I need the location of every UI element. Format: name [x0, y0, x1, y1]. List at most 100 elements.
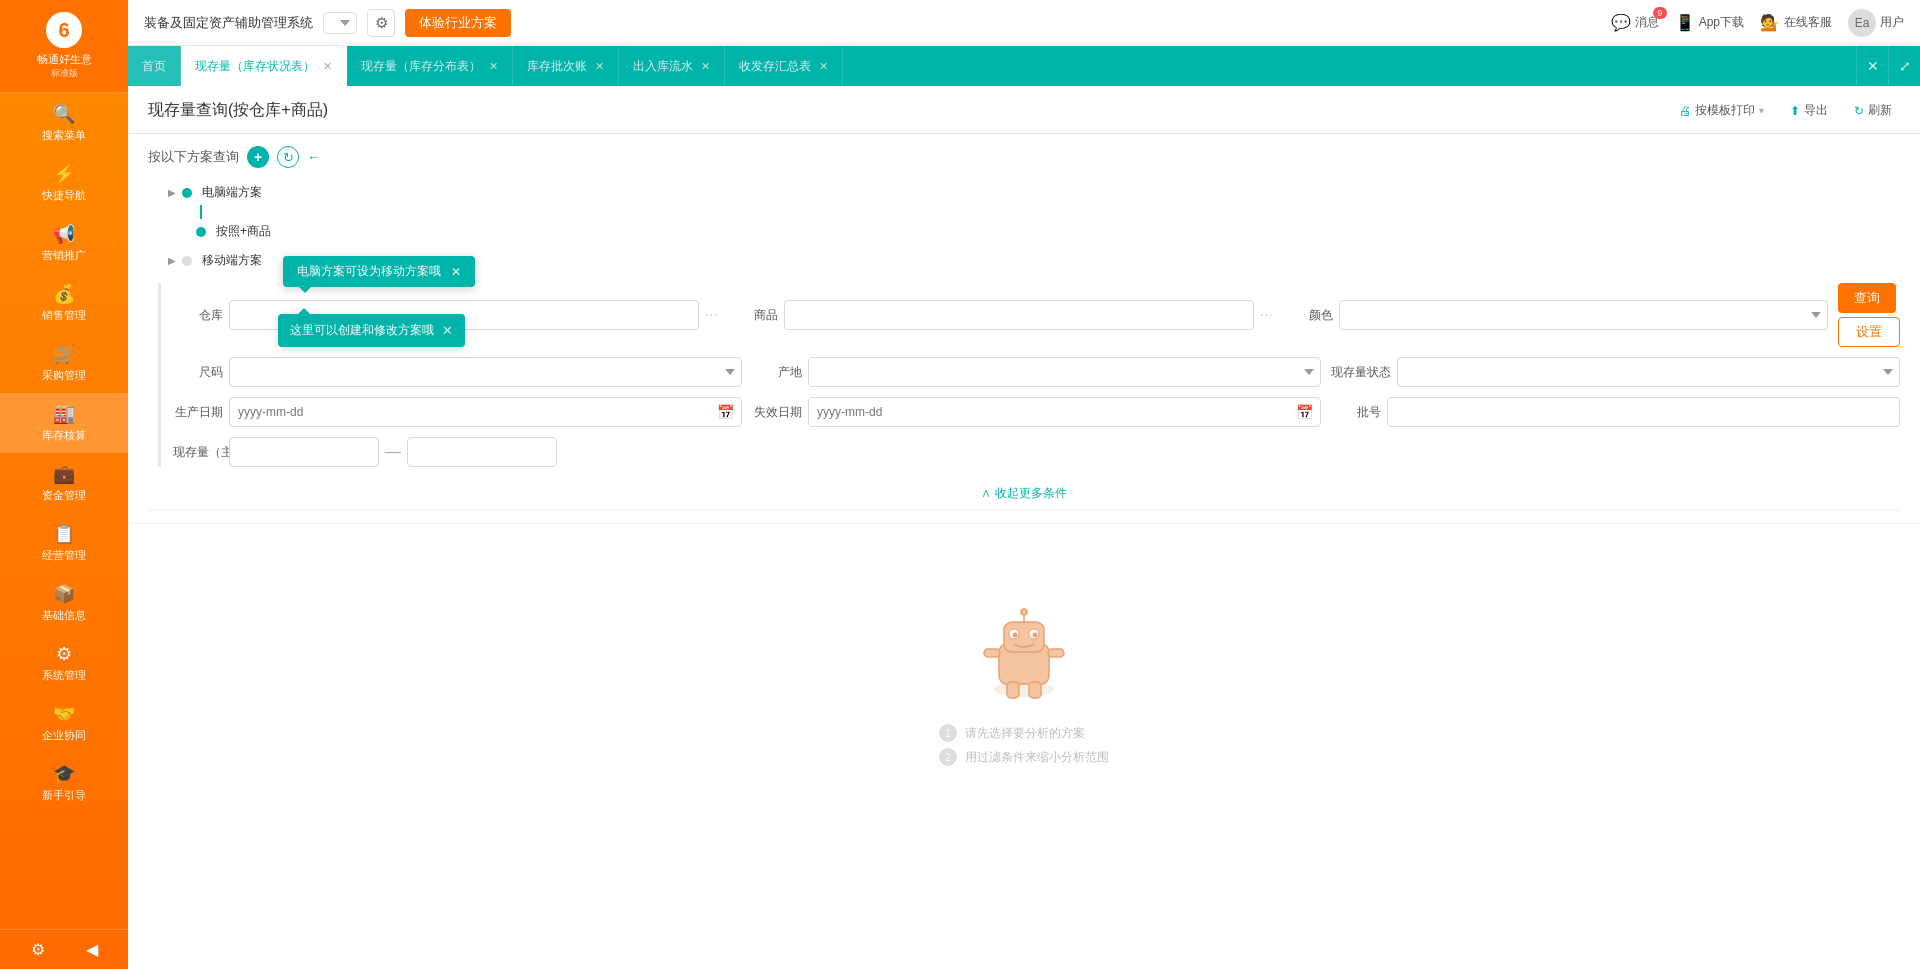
content-inner: 现存量查询(按仓库+商品) 🖨 按模板打印 ▾ ⬆ 导出 ↻ 刷新 — [128, 86, 1920, 969]
collapse-icon: ∧ — [981, 486, 991, 500]
sidebar-item-finance[interactable]: 💼 资金管理 — [0, 453, 128, 513]
marketing-icon: 📢 — [53, 223, 75, 245]
reset-button[interactable]: 设置 — [1838, 317, 1900, 347]
goods-field: 商品 ··· — [728, 300, 1273, 330]
sidebar-item-search-menu[interactable]: 🔍 搜索菜单 — [0, 93, 128, 153]
sidebar-item-basic-info[interactable]: 📦 基础信息 — [0, 573, 128, 633]
sales-icon: 💰 — [53, 283, 75, 305]
main-area: 装备及固定资产辅助管理系统 ⚙ 体验行业方案 💬 消息 9 📱 App下载 💁 … — [128, 0, 1920, 969]
print-btn[interactable]: 🖨 按模板打印 ▾ — [1671, 98, 1772, 123]
sidebar-item-operations[interactable]: 📋 经营管理 — [0, 513, 128, 573]
svg-rect-10 — [1048, 649, 1064, 657]
produce-date-label: 生产日期 — [173, 404, 223, 421]
produce-date-input[interactable] — [229, 397, 742, 427]
sidebar-item-label: 营销推广 — [42, 248, 86, 263]
system-select[interactable] — [323, 12, 357, 34]
collapse-bar[interactable]: ∧ 收起更多条件 — [148, 477, 1900, 511]
content-area: 现存量查询(按仓库+商品) 🖨 按模板打印 ▾ ⬆ 导出 ↻ 刷新 — [128, 86, 1920, 969]
tab-inventory-status-close[interactable]: ✕ — [323, 60, 332, 73]
stock-main-field: 现存量（主） — — [173, 437, 553, 467]
empty-steps: 1 请先选择要分析的方案 2 用过滤条件来缩小分析范围 — [939, 724, 1109, 772]
filter-add-btn[interactable]: + — [247, 146, 269, 168]
tab-flow[interactable]: 出入库流水 ✕ — [619, 46, 725, 86]
filter-btn-group: ↻ — [277, 146, 299, 168]
mobile-scheme-arrow: ▶ — [168, 255, 176, 266]
sidebar-item-newbie[interactable]: 🎓 新手引导 — [0, 753, 128, 813]
origin-select[interactable] — [808, 357, 1321, 387]
tab-batch-ledger-label: 库存批次账 — [527, 58, 587, 75]
export-btn[interactable]: ⬆ 导出 — [1782, 98, 1836, 123]
tab-batch-ledger[interactable]: 库存批次账 ✕ — [513, 46, 619, 86]
expire-date-calendar-icon[interactable]: 📅 — [1296, 404, 1313, 420]
refresh-btn[interactable]: ↻ 刷新 — [1846, 98, 1900, 123]
sidebar-settings-btn[interactable]: ⚙ — [31, 940, 45, 959]
scheme-popup-text: 电脑方案可设为移动方案哦 — [297, 263, 441, 280]
finance-icon: 💼 — [53, 463, 75, 485]
expire-date-input[interactable] — [808, 397, 1321, 427]
color-select[interactable] — [1339, 300, 1828, 330]
filter-arrow-btn[interactable]: ← — [307, 149, 321, 165]
topbar: 装备及固定资产辅助管理系统 ⚙ 体验行业方案 💬 消息 9 📱 App下载 💁 … — [128, 0, 1920, 46]
tab-inventory-dist[interactable]: 现存量（库存分布表） ✕ — [347, 46, 513, 86]
sidebar-item-marketing[interactable]: 📢 营销推广 — [0, 213, 128, 273]
svg-rect-12 — [1029, 682, 1041, 698]
produce-date-wrap: 📅 — [229, 397, 742, 427]
tab-summary-close[interactable]: ✕ — [819, 60, 828, 73]
tab-expand-btn[interactable]: ⤢ — [1888, 46, 1920, 86]
sidebar-item-label: 采购管理 — [42, 368, 86, 383]
scheme-tooltip-close[interactable]: ✕ — [442, 323, 453, 338]
sidebar-item-label: 搜索菜单 — [42, 128, 86, 143]
produce-date-calendar-icon[interactable]: 📅 — [717, 404, 734, 420]
sidebar-item-purchase[interactable]: 🛒 采购管理 — [0, 333, 128, 393]
sidebar-item-inventory[interactable]: 🏭 库存核算 — [0, 393, 128, 453]
svg-point-8 — [1021, 609, 1027, 615]
sidebar-item-label: 基础信息 — [42, 608, 86, 623]
user-menu[interactable]: Ea 用户 — [1848, 9, 1904, 37]
tab-summary[interactable]: 收发存汇总表 ✕ — [725, 46, 843, 86]
scheme-popup-close[interactable]: ✕ — [451, 265, 461, 279]
stock-status-field: 现存量状态 — [1331, 357, 1900, 387]
sidebar-item-sales[interactable]: 💰 销售管理 — [0, 273, 128, 333]
sidebar-item-label: 系统管理 — [42, 668, 86, 683]
tab-close-all-btn[interactable]: ✕ — [1856, 46, 1888, 86]
app-download-btn[interactable]: 📱 App下载 — [1675, 13, 1744, 32]
sidebar-item-quick-nav[interactable]: ⚡ 快捷导航 — [0, 153, 128, 213]
size-select[interactable] — [229, 357, 742, 387]
empty-step-1: 1 请先选择要分析的方案 — [939, 724, 1109, 742]
tab-flow-close[interactable]: ✕ — [701, 60, 710, 73]
online-service-btn[interactable]: 💁 在线客服 — [1760, 13, 1832, 32]
tab-home[interactable]: 首页 — [128, 46, 181, 86]
sidebar-item-system[interactable]: ⚙ 系统管理 — [0, 633, 128, 693]
origin-label: 产地 — [752, 364, 802, 381]
sidebar: 6 畅通好生意 标准版 🔍 搜索菜单 ⚡ 快捷导航 📢 营销推广 💰 销售管理 … — [0, 0, 128, 969]
tab-inventory-dist-close[interactable]: ✕ — [489, 60, 498, 73]
tab-inventory-status[interactable]: 现存量（库存状况表） ✕ — [181, 46, 347, 86]
trial-button[interactable]: 体验行业方案 — [405, 9, 511, 37]
tab-batch-ledger-close[interactable]: ✕ — [595, 60, 604, 73]
goods-dots[interactable]: ··· — [1260, 306, 1273, 324]
stock-status-select[interactable] — [1397, 357, 1900, 387]
stock-main-to-input[interactable] — [407, 437, 557, 467]
message-badge: 9 — [1653, 7, 1667, 19]
page-header: 现存量查询(按仓库+商品) 🖨 按模板打印 ▾ ⬆ 导出 ↻ 刷新 — [128, 86, 1920, 134]
goods-input[interactable] — [784, 300, 1254, 330]
step-1-text: 请先选择要分析的方案 — [965, 725, 1085, 742]
batch-input[interactable] — [1387, 397, 1900, 427]
pc-scheme-item[interactable]: ▶ 电脑端方案 — [168, 180, 1880, 205]
message-btn[interactable]: 💬 消息 9 — [1611, 13, 1659, 32]
topbar-gear-btn[interactable]: ⚙ — [367, 9, 395, 37]
sidebar-item-label: 销售管理 — [42, 308, 86, 323]
scheme-popup: 电脑方案可设为移动方案哦 ✕ — [283, 256, 475, 287]
newbie-icon: 🎓 — [53, 763, 75, 785]
enterprise-icon: 🤝 — [53, 703, 75, 725]
system-name: 装备及固定资产辅助管理系统 — [144, 14, 313, 32]
scheme-sub-row[interactable]: 按照+商品 — [196, 219, 1880, 244]
filter-refresh-btn[interactable]: ↻ — [277, 146, 299, 168]
svg-point-5 — [1013, 633, 1018, 638]
sidebar-item-enterprise[interactable]: 🤝 企业协同 — [0, 693, 128, 753]
warehouse-dots[interactable]: ··· — [705, 306, 718, 324]
empty-step-2: 2 用过滤条件来缩小分析范围 — [939, 748, 1109, 766]
sidebar-collapse-btn[interactable]: ◀ — [86, 940, 98, 959]
stock-main-from-input[interactable] — [229, 437, 379, 467]
search-button[interactable]: 查询 — [1838, 283, 1896, 313]
